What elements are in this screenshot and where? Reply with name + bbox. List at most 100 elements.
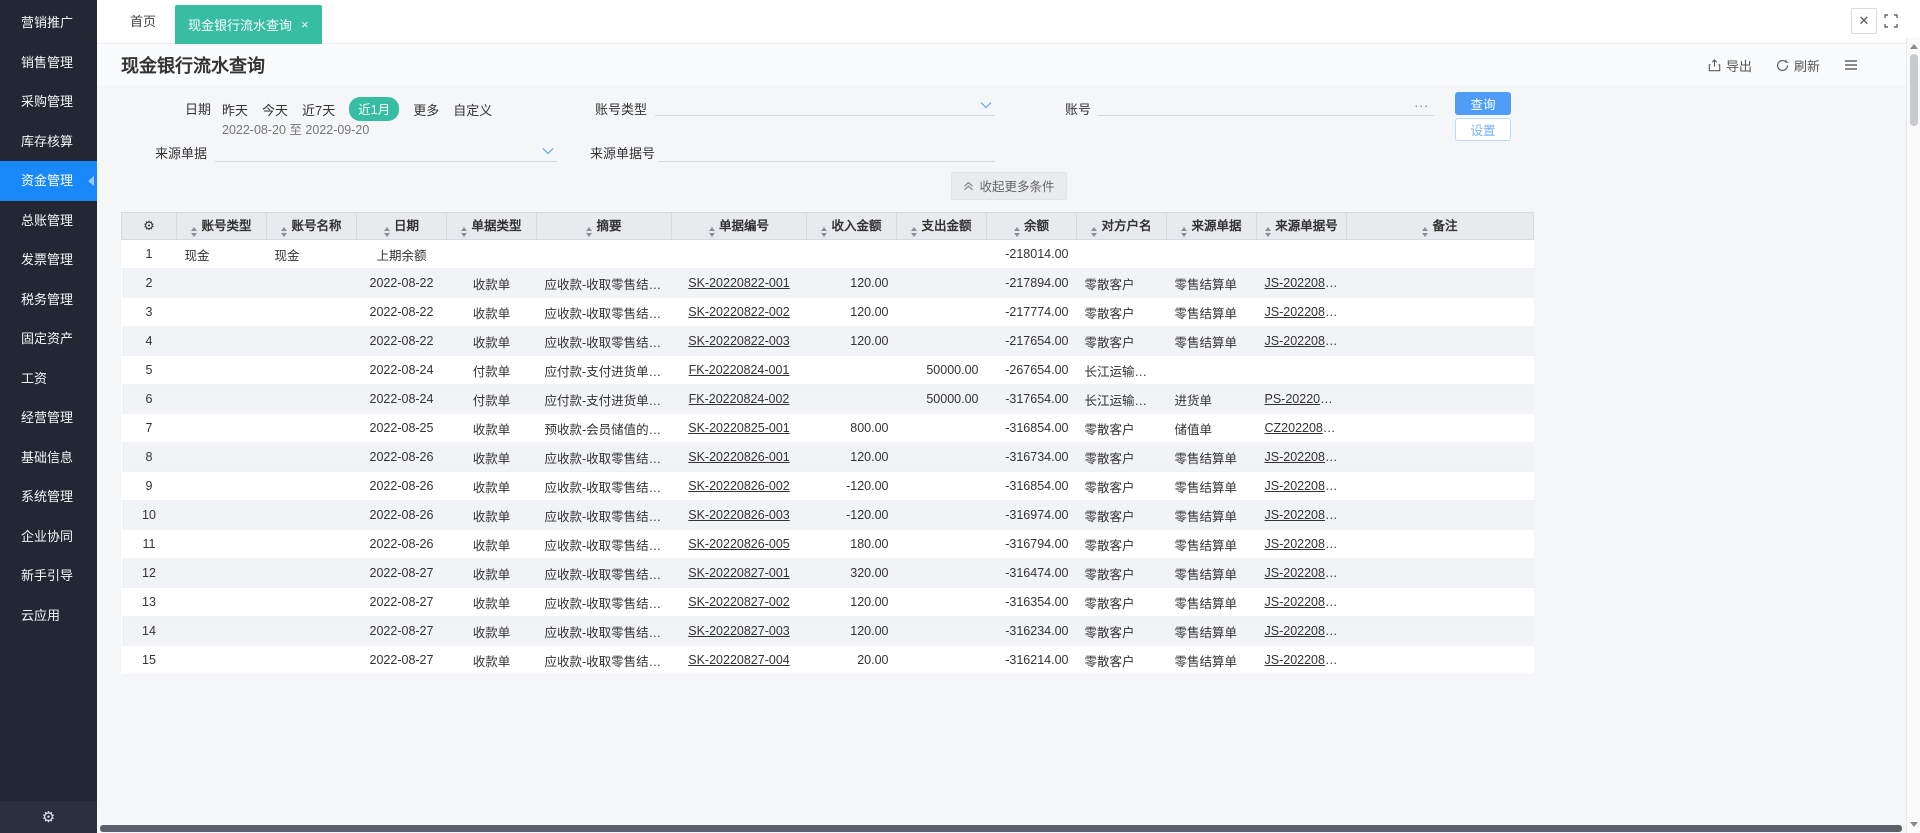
sort-arrows-icon[interactable]: [821, 227, 828, 237]
column-header[interactable]: 对方户名: [1076, 212, 1167, 240]
column-header[interactable]: 备注: [1346, 212, 1534, 240]
doc-number-link[interactable]: FK-20220824-001: [672, 356, 807, 385]
date-option[interactable]: 更多: [413, 100, 439, 119]
sidebar-item[interactable]: 系统管理: [0, 477, 97, 517]
export-button[interactable]: 导出: [1708, 56, 1752, 75]
table-row[interactable]: 2 2022-08-22 收款单 应收款-收取零售结算单JSSK-20220822-0…: [121, 268, 1534, 298]
sort-arrows-icon[interactable]: [708, 227, 715, 237]
doc-number-link[interactable]: JS-20220826-0: [1257, 530, 1347, 559]
sidebar-item[interactable]: 工资: [0, 359, 97, 399]
doc-number-link[interactable]: JS-20220827-0: [1257, 559, 1347, 588]
sort-arrows-icon[interactable]: [911, 227, 918, 237]
doc-number-link[interactable]: SK-20220827-003: [672, 617, 807, 646]
column-header[interactable]: 单据编号: [671, 212, 807, 240]
sidebar-item[interactable]: 基础信息: [0, 438, 97, 478]
doc-number-link[interactable]: JS-20220827-0: [1257, 617, 1347, 646]
doc-number-link[interactable]: JS-20220822-0: [1257, 269, 1347, 298]
doc-number-link[interactable]: SK-20220826-003: [672, 501, 807, 530]
settings-button[interactable]: 设置: [1455, 118, 1511, 141]
table-row[interactable]: 8 2022-08-26 收款单 应收款-收取零售结算单JSSK-20220826-0…: [121, 442, 1534, 472]
sidebar-item[interactable]: 资金管理: [0, 161, 97, 201]
query-button[interactable]: 查询: [1455, 92, 1511, 115]
account-input[interactable]: ...: [1098, 93, 1434, 116]
doc-number-link[interactable]: JS-20220827-0: [1257, 588, 1347, 617]
date-option[interactable]: 自定义: [453, 100, 492, 119]
doc-number-link[interactable]: SK-20220826-005: [672, 530, 807, 559]
sidebar-item[interactable]: 总账管理: [0, 201, 97, 241]
scroll-down-arrow-icon[interactable]: [1909, 822, 1918, 827]
maximize-icon[interactable]: [1884, 14, 1898, 28]
doc-number-link[interactable]: JS-20220822-0: [1257, 298, 1347, 327]
sidebar-item[interactable]: 经营管理: [0, 398, 97, 438]
doc-number-link[interactable]: SK-20220825-001: [672, 414, 807, 443]
sort-arrows-icon[interactable]: [1091, 227, 1098, 237]
sort-arrows-icon[interactable]: [383, 227, 390, 237]
date-option[interactable]: 昨天: [222, 100, 248, 119]
doc-number-link[interactable]: SK-20220822-001: [672, 269, 807, 298]
vertical-scrollbar[interactable]: [1906, 38, 1920, 833]
column-header[interactable]: 单据类型: [446, 212, 537, 240]
source-doc-select[interactable]: [215, 139, 557, 162]
sidebar-item[interactable]: 销售管理: [0, 43, 97, 83]
column-header[interactable]: 账号类型: [176, 212, 267, 240]
table-row[interactable]: 14 2022-08-27 收款单 应收款-收取零售结算单JSSK-20220827-…: [121, 616, 1534, 646]
refresh-button[interactable]: 刷新: [1776, 56, 1820, 75]
table-row[interactable]: 15 2022-08-27 收款单 应收款-收取零售结算单JSSK-20220827-…: [121, 646, 1534, 675]
table-row[interactable]: 12 2022-08-27 收款单 应收款-收取零售结算单JSSK-20220827-…: [121, 558, 1534, 588]
doc-number-link[interactable]: JS-20220826-0: [1257, 472, 1347, 501]
doc-number-link[interactable]: JS-20220826-0: [1257, 443, 1347, 472]
table-row[interactable]: 10 2022-08-26 收款单 应收款-收取零售结算单JSSK-20220826-…: [121, 500, 1534, 530]
table-row[interactable]: 1 现金 现金 上期余额 -218014.00: [121, 240, 1534, 269]
sidebar-item[interactable]: 营销推广: [0, 3, 97, 43]
doc-number-link[interactable]: FK-20220824-002: [672, 385, 807, 414]
sidebar-item[interactable]: 新手引导: [0, 556, 97, 596]
column-header[interactable]: 日期: [356, 212, 447, 240]
source-doc-no-input[interactable]: [658, 139, 995, 162]
doc-number-link[interactable]: SK-20220827-002: [672, 588, 807, 617]
sort-arrows-icon[interactable]: [281, 227, 288, 237]
date-option[interactable]: 近7天: [302, 100, 335, 119]
doc-number-link[interactable]: JS-20220822-0: [1257, 327, 1347, 356]
table-row[interactable]: 9 2022-08-26 收款单 应收款-收取零售结算单JSSK-20220826-0…: [121, 472, 1534, 501]
column-header[interactable]: 来源单据: [1166, 212, 1257, 240]
sort-arrows-icon[interactable]: [1013, 227, 1020, 237]
close-icon[interactable]: ✕: [1851, 8, 1877, 34]
list-menu-icon[interactable]: [1844, 59, 1858, 71]
table-row[interactable]: 7 2022-08-25 收款单 预收款-会员储值的款项 SK-20220825-001…: [121, 414, 1534, 443]
sidebar-item[interactable]: 库存核算: [0, 122, 97, 162]
table-row[interactable]: 4 2022-08-22 收款单 应收款-收取零售结算单JSSK-20220822-0…: [121, 326, 1534, 356]
doc-number-link[interactable]: CZ2022082500: [1257, 414, 1347, 443]
doc-number-link[interactable]: PS-20220824-0: [1257, 385, 1347, 414]
sort-arrows-icon[interactable]: [1265, 227, 1272, 237]
doc-number-link[interactable]: SK-20220822-003: [672, 327, 807, 356]
sidebar-item[interactable]: 税务管理: [0, 280, 97, 320]
column-header[interactable]: 余额: [986, 212, 1077, 240]
tab-close-icon[interactable]: ×: [301, 17, 309, 32]
sort-arrows-icon[interactable]: [1181, 227, 1188, 237]
doc-number-link[interactable]: JS-20220827-0: [1257, 646, 1347, 675]
doc-number-link[interactable]: JS-20220826-0: [1257, 501, 1347, 530]
collapse-conditions-button[interactable]: 收起更多条件: [950, 172, 1067, 200]
settings-gear-icon[interactable]: ⚙: [42, 810, 55, 825]
table-row[interactable]: 5 2022-08-24 付款单 应付款-支付进货单PS-20.FK-20220824…: [121, 356, 1534, 385]
column-header[interactable]: 支出金额: [896, 212, 987, 240]
sidebar-item[interactable]: 采购管理: [0, 82, 97, 122]
tab-cash-bank-flow-query[interactable]: 现金银行流水查询 ×: [175, 5, 322, 44]
table-row[interactable]: 3 2022-08-22 收款单 应收款-收取零售结算单JSSK-20220822-0…: [121, 298, 1534, 327]
sort-arrows-icon[interactable]: [461, 227, 468, 237]
column-header[interactable]: 收入金额: [806, 212, 897, 240]
horizontal-scrollbar-thumb[interactable]: [100, 825, 1902, 832]
doc-number-link[interactable]: SK-20220822-002: [672, 298, 807, 327]
column-header[interactable]: 账号名称: [266, 212, 357, 240]
table-row[interactable]: 11 2022-08-26 收款单 应收款-收取零售结算单JSSK-20220826-…: [121, 530, 1534, 559]
sort-arrows-icon[interactable]: [586, 227, 593, 237]
sidebar-item[interactable]: 企业协同: [0, 517, 97, 557]
sort-arrows-icon[interactable]: [1422, 227, 1429, 237]
sort-arrows-icon[interactable]: [191, 227, 198, 237]
table-row[interactable]: 13 2022-08-27 收款单 应收款-收取零售结算单JSSK-20220827-…: [121, 588, 1534, 617]
sidebar-item[interactable]: 发票管理: [0, 240, 97, 280]
doc-number-link[interactable]: SK-20220826-002: [672, 472, 807, 501]
account-more-icon[interactable]: ...: [1414, 94, 1429, 110]
sidebar-item[interactable]: 云应用: [0, 596, 97, 636]
scroll-up-arrow-icon[interactable]: [1909, 44, 1918, 49]
